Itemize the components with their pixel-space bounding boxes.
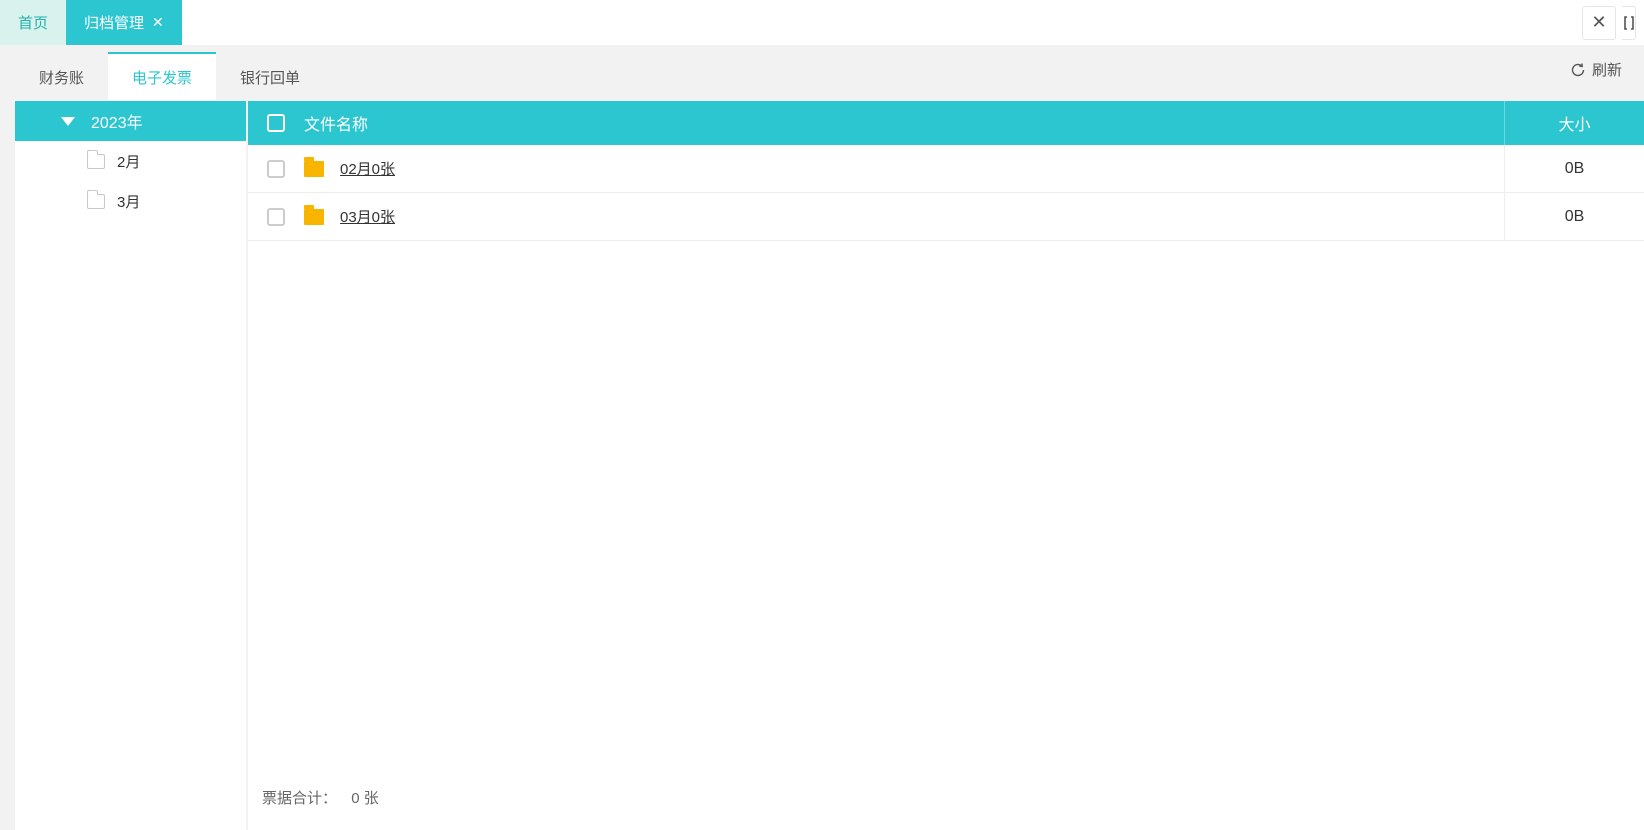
select-all-checkbox[interactable] — [267, 114, 285, 132]
tab-home-label: 首页 — [18, 12, 48, 33]
top-tab-bar: 首页 归档管理 ✕ ✕ — [0, 0, 1644, 45]
row-checkbox[interactable] — [267, 208, 285, 226]
tab-archive-label: 归档管理 — [84, 12, 144, 33]
row-checkbox[interactable] — [267, 160, 285, 178]
close-tab-icon[interactable]: ✕ — [152, 14, 164, 31]
refresh-icon — [1570, 62, 1586, 78]
tree-year-2023[interactable]: 2023年 — [15, 101, 246, 141]
folder-icon — [304, 161, 324, 177]
row-name-cell: 03月0张 — [304, 206, 1504, 227]
table-row: 03月0张 0B — [248, 193, 1644, 241]
sub-tab-label: 银行回单 — [240, 67, 300, 88]
folder-outline-icon — [87, 154, 105, 169]
folder-outline-icon — [87, 194, 105, 209]
refresh-button[interactable]: 刷新 — [1570, 59, 1622, 80]
row-name-cell: 02月0张 — [304, 158, 1504, 179]
row-check-cell — [248, 208, 304, 226]
close-button[interactable]: ✕ — [1582, 6, 1616, 40]
header-size: 大小 — [1504, 101, 1644, 145]
folder-link[interactable]: 02月0张 — [340, 158, 395, 179]
footer-value: 0 张 — [351, 790, 379, 807]
tree-month-label: 3月 — [117, 191, 140, 212]
sub-tab-label: 电子发票 — [132, 67, 192, 88]
header-name: 文件名称 — [304, 111, 1504, 135]
sub-tab-finance[interactable]: 财务账 — [15, 53, 108, 101]
sub-tab-label: 财务账 — [39, 67, 84, 88]
tab-home[interactable]: 首页 — [0, 0, 66, 45]
header-check-cell — [248, 114, 304, 132]
footer-summary: 票据合计： 0 张 — [262, 787, 379, 808]
top-right-controls: ✕ — [1582, 0, 1636, 45]
footer-label: 票据合计： — [262, 790, 337, 807]
file-list-panel: 文件名称 大小 02月0张 0B 03月0张 — [248, 101, 1644, 830]
sub-tab-row: 财务账 电子发票 银行回单 刷新 — [0, 45, 1644, 101]
row-size: 0B — [1504, 193, 1644, 240]
row-check-cell — [248, 160, 304, 178]
folder-icon — [304, 209, 324, 225]
refresh-label: 刷新 — [1592, 59, 1622, 80]
table-row: 02月0张 0B — [248, 145, 1644, 193]
row-size: 0B — [1504, 145, 1644, 192]
side-tree: 2023年 2月 3月 — [15, 101, 246, 830]
tree-year-label: 2023年 — [91, 109, 143, 133]
folder-link[interactable]: 03月0张 — [340, 206, 395, 227]
tree-month-2[interactable]: 2月 — [15, 141, 246, 181]
tab-archive-mgmt[interactable]: 归档管理 ✕ — [66, 0, 182, 45]
chevron-down-icon — [61, 117, 75, 126]
main-area: 2023年 2月 3月 文件名称 大小 — [0, 101, 1644, 830]
content-wrap: 财务账 电子发票 银行回单 刷新 2023年 2月 — [0, 45, 1644, 830]
bracket-icon — [1624, 16, 1634, 30]
tree-month-3[interactable]: 3月 — [15, 181, 246, 221]
sub-tab-bank-receipt[interactable]: 银行回单 — [216, 53, 324, 101]
tree-month-label: 2月 — [117, 151, 140, 172]
sub-tab-einvoice[interactable]: 电子发票 — [108, 52, 216, 100]
expand-button[interactable] — [1622, 6, 1636, 40]
list-header: 文件名称 大小 — [248, 101, 1644, 145]
